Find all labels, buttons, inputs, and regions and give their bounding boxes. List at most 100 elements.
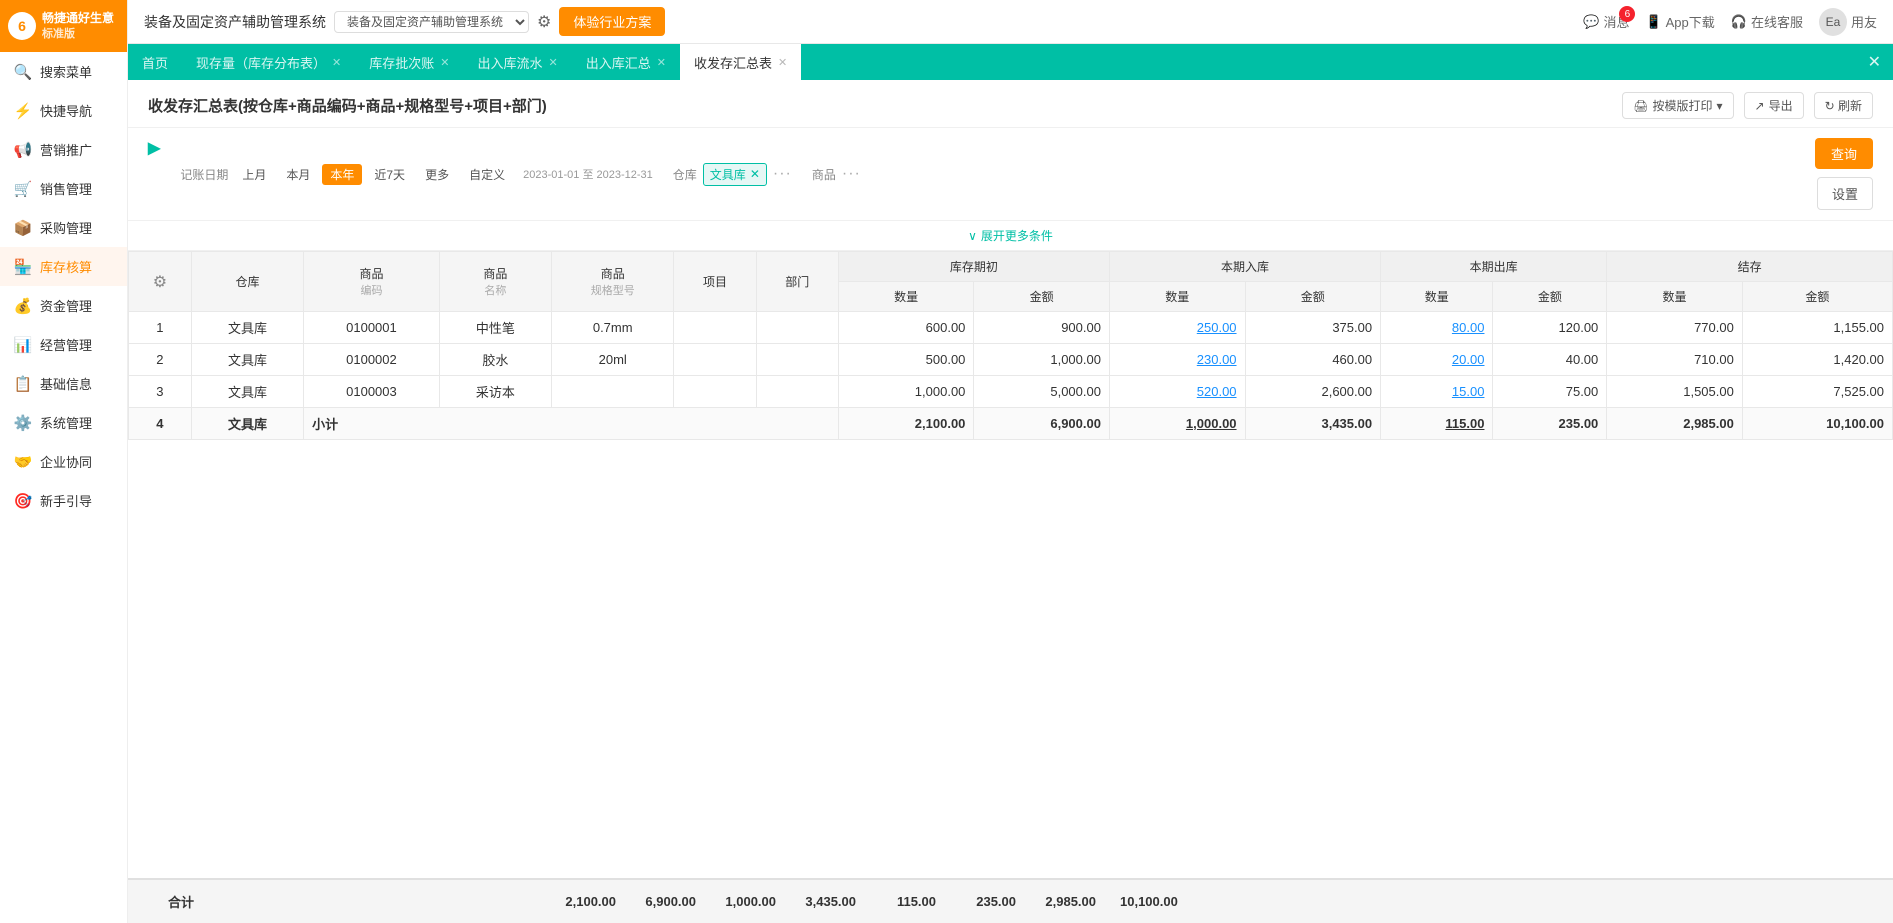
sidebar-item-guide[interactable]: 🎯 新手引导 <box>0 481 127 520</box>
sidebar-item-finance[interactable]: 💰 资金管理 <box>0 286 127 325</box>
date-btn-last-month[interactable]: 上月 <box>234 164 274 185</box>
sidebar-item-marketing[interactable]: 📢 营销推广 <box>0 130 127 169</box>
money-icon: 💰 <box>14 297 32 315</box>
expand-more-button[interactable]: ∨ 展开更多条件 <box>968 227 1053 244</box>
tab-close-all[interactable]: ✕ <box>1856 52 1893 72</box>
user-info[interactable]: Ea 用友 <box>1819 8 1877 36</box>
bell-icon: 💬 <box>1583 14 1599 30</box>
sidebar-item-system[interactable]: ⚙️ 系统管理 <box>0 403 127 442</box>
filter-toggle-icon[interactable]: ▶ <box>148 138 160 158</box>
sidebar-item-inventory[interactable]: 🏪 库存核算 <box>0 247 127 286</box>
query-button[interactable]: 查询 <box>1815 138 1873 169</box>
col-out-amt-header: 金额 <box>1493 282 1607 312</box>
tab-inout-sum-close[interactable]: ✕ <box>657 56 666 69</box>
total-close-qty: 2,985.00 <box>1028 888 1108 915</box>
footer-values: 2,100.00 6,900.00 1,000.00 3,435.00 115.… <box>548 888 1190 915</box>
setting-button[interactable]: 设置 <box>1817 177 1873 210</box>
export-button[interactable]: ↗ 导出 <box>1744 92 1804 119</box>
warehouse-filter-section: 仓库 文具库 ✕ ··· <box>673 163 792 186</box>
box-icon: 📦 <box>14 219 32 237</box>
col-close-qty-header: 数量 <box>1607 282 1743 312</box>
page-content: 收发存汇总表(按仓库+商品编码+商品+规格型号+项目+部门) 🖨 按模版打印 ▾… <box>128 80 1893 923</box>
sidebar-item-label: 营销推广 <box>40 140 92 159</box>
product-more-icon[interactable]: ··· <box>842 165 861 183</box>
tab-recv-send-close[interactable]: ✕ <box>778 56 787 69</box>
sidebar-item-quick[interactable]: ⚡ 快捷导航 <box>0 91 127 130</box>
sidebar-item-enterprise[interactable]: 🤝 企业协同 <box>0 442 127 481</box>
topbar-right: 💬 消息 6 📱 App下载 🎧 在线客服 Ea 用友 <box>1583 8 1877 36</box>
col-in-qty-header: 数量 <box>1109 282 1245 312</box>
export-icon: ↗ <box>1755 99 1765 113</box>
row-opening-amt: 5,000.00 <box>974 376 1110 408</box>
row-out-amt: 120.00 <box>1493 312 1607 344</box>
system-select[interactable]: 装备及固定资产辅助管理系统 <box>334 11 529 33</box>
settings-col-icon[interactable]: ⚙ <box>153 274 167 291</box>
store-icon: 🏪 <box>14 258 32 276</box>
handshake-icon: 🤝 <box>14 453 32 471</box>
row-seq: 2 <box>129 344 192 376</box>
tab-batch[interactable]: 库存批次账 ✕ <box>355 44 463 80</box>
row-opening-amt: 900.00 <box>974 312 1110 344</box>
row-out-qty[interactable]: 20.00 <box>1381 344 1493 376</box>
message-badge[interactable]: 💬 消息 6 <box>1583 12 1629 31</box>
sidebar-item-label: 搜索菜单 <box>40 62 92 81</box>
row-out-amt: 75.00 <box>1493 376 1607 408</box>
row-close-qty: 770.00 <box>1607 312 1743 344</box>
row-out-qty[interactable]: 80.00 <box>1381 312 1493 344</box>
row-name: 采访本 <box>439 376 551 408</box>
warehouse-more-icon[interactable]: ··· <box>773 165 792 183</box>
row-in-amt: 2,600.00 <box>1245 376 1381 408</box>
row-in-qty[interactable]: 520.00 <box>1109 376 1245 408</box>
row-project <box>674 344 756 376</box>
app-download[interactable]: 📱 App下载 <box>1645 12 1714 31</box>
sidebar-item-search[interactable]: 🔍 搜索菜单 <box>0 52 127 91</box>
sidebar-item-operation[interactable]: 📊 经营管理 <box>0 325 127 364</box>
expand-more-bar: ∨ 展开更多条件 <box>128 221 1893 251</box>
printer-icon: 🖨 <box>1633 99 1648 113</box>
tab-inout-flow[interactable]: 出入库流水 ✕ <box>463 44 571 80</box>
sidebar-item-basic[interactable]: 📋 基础信息 <box>0 364 127 403</box>
tab-stock-dist-close[interactable]: ✕ <box>332 56 341 69</box>
date-filter-section: 记账日期 上月 本月 本年 近7天 更多 自定义 2023-01-01 至 <box>180 164 652 185</box>
sidebar-item-purchase[interactable]: 📦 采购管理 <box>0 208 127 247</box>
row-in-qty[interactable]: 250.00 <box>1109 312 1245 344</box>
row-in-qty[interactable]: 230.00 <box>1109 344 1245 376</box>
online-support[interactable]: 🎧 在线客服 <box>1731 12 1803 31</box>
row-out-qty[interactable]: 15.00 <box>1381 376 1493 408</box>
page-title: 收发存汇总表(按仓库+商品编码+商品+规格型号+项目+部门) <box>148 95 547 116</box>
date-btn-this-year[interactable]: 本年 <box>322 164 362 185</box>
col-name-header: 商品名称 <box>439 252 551 312</box>
tab-inout-sum[interactable]: 出入库汇总 ✕ <box>572 44 680 80</box>
row-code: 0100002 <box>304 344 440 376</box>
tab-recv-send[interactable]: 收发存汇总表 ✕ <box>680 44 801 80</box>
chevron-down-expand-icon: ∨ <box>968 229 977 243</box>
col-warehouse-header: 仓库 <box>191 252 303 312</box>
tab-inout-flow-close[interactable]: ✕ <box>549 56 558 69</box>
tab-stock-dist-label: 现存量（库存分布表） <box>196 53 326 72</box>
avatar: Ea <box>1819 8 1847 36</box>
total-opening-amt: 6,900.00 <box>628 888 708 915</box>
total-in-amt: 3,435.00 <box>788 888 868 915</box>
row-in-amt: 460.00 <box>1245 344 1381 376</box>
date-btn-more[interactable]: 更多 <box>417 164 457 185</box>
date-btn-custom[interactable]: 自定义 <box>461 164 513 185</box>
warehouse-remove-icon[interactable]: ✕ <box>750 167 760 181</box>
date-btn-this-month[interactable]: 本月 <box>278 164 318 185</box>
print-button[interactable]: 🖨 按模版打印 ▾ <box>1622 92 1733 119</box>
table-row: 1 文具库 0100001 中性笔 0.7mm 600.00 900.00 25… <box>129 312 1893 344</box>
message-count: 6 <box>1619 6 1635 22</box>
tab-stock-dist[interactable]: 现存量（库存分布表） ✕ <box>182 44 355 80</box>
col-settings[interactable]: ⚙ <box>129 252 192 312</box>
date-label: 记账日期 <box>180 166 228 183</box>
sidebar-item-label: 库存核算 <box>40 257 92 276</box>
refresh-button[interactable]: ↻ 刷新 <box>1814 92 1873 119</box>
tab-home[interactable]: 首页 <box>128 44 182 80</box>
tab-batch-close[interactable]: ✕ <box>440 56 449 69</box>
trial-button[interactable]: 体验行业方案 <box>559 7 665 36</box>
date-btn-7days[interactable]: 近7天 <box>366 164 413 185</box>
row-name: 胶水 <box>439 344 551 376</box>
app-label: App下载 <box>1666 12 1715 31</box>
sidebar-item-sales[interactable]: 🛒 销售管理 <box>0 169 127 208</box>
date-range-buttons: 上月 本月 本年 近7天 更多 自定义 <box>234 164 513 185</box>
settings-gear-icon[interactable]: ⚙ <box>537 12 551 32</box>
